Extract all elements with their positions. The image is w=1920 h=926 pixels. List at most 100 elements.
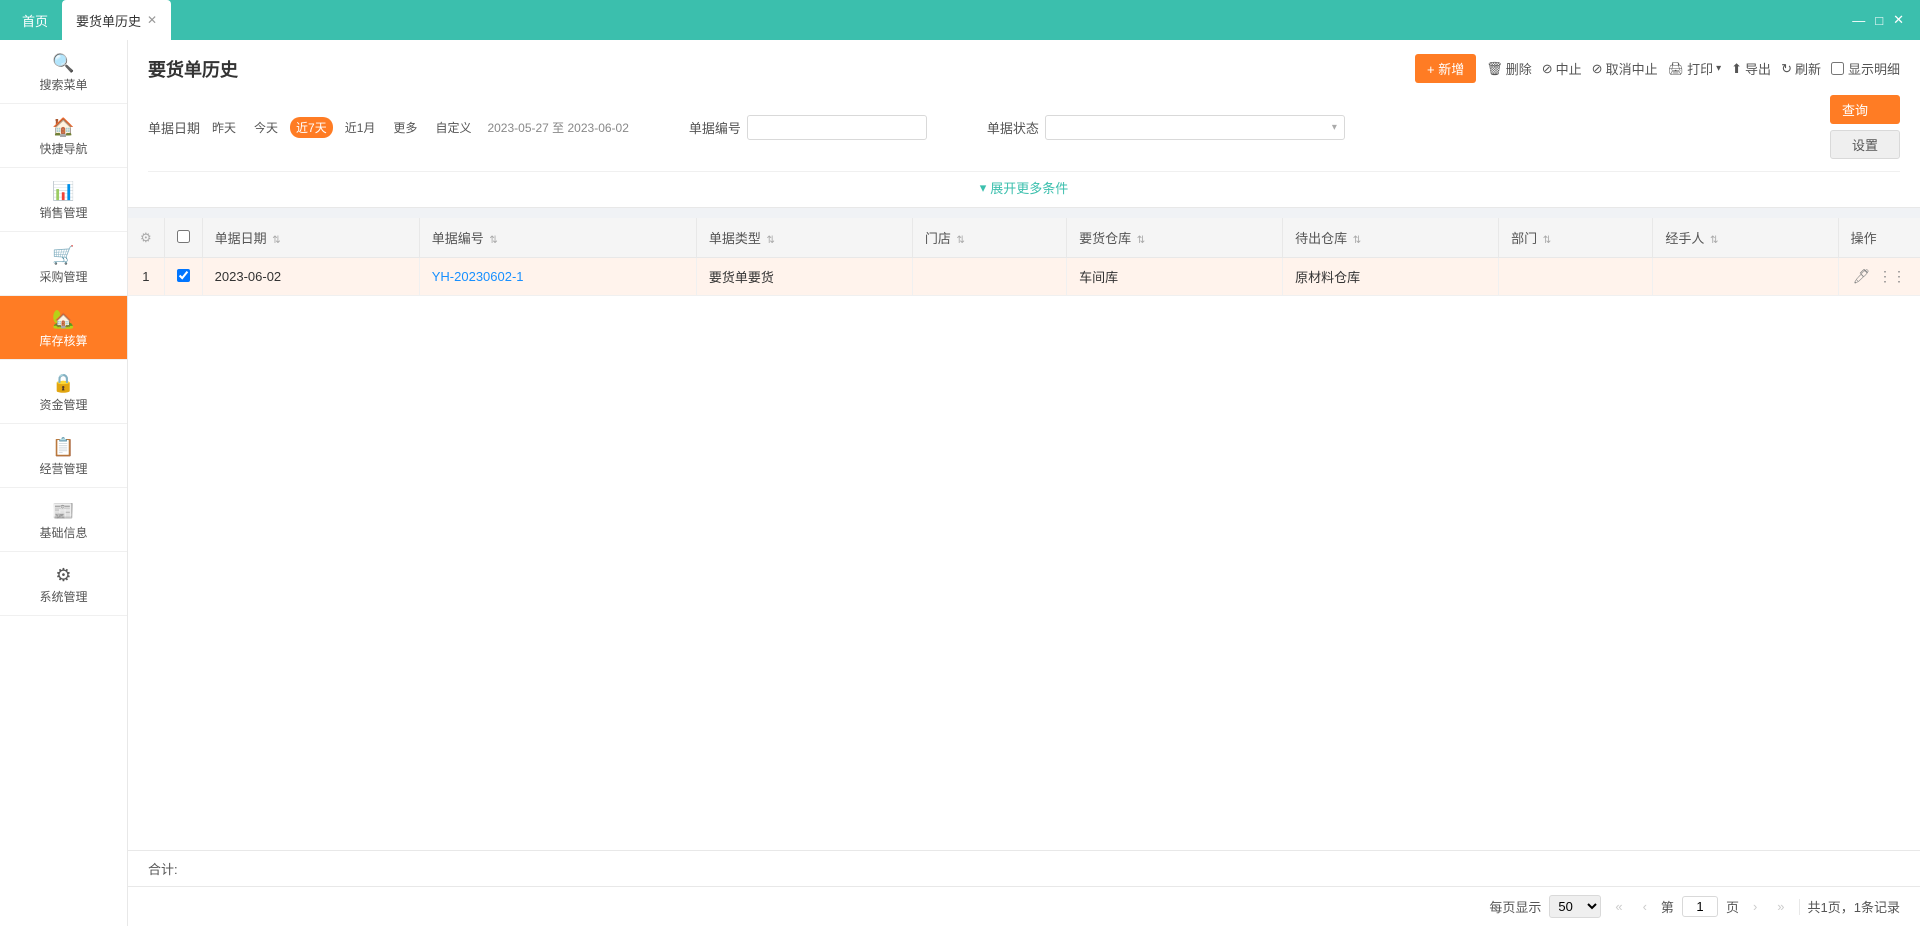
expand-more-icon: ▾	[980, 180, 987, 196]
print-button[interactable]: 🖨 打印 ▾	[1668, 59, 1722, 78]
table-footer: 合计:	[128, 850, 1920, 886]
last-page-btn[interactable]: »	[1771, 897, 1790, 916]
sidebar-item-basic-info[interactable]: 📰 基础信息	[0, 488, 127, 552]
row-pending-warehouse: 原材料仓库	[1283, 258, 1499, 296]
date-custom[interactable]: 自定义	[429, 117, 477, 138]
clipboard-icon: 📋	[52, 438, 74, 456]
status-select-wrap: ▾	[1045, 115, 1345, 140]
sidebar-item-search-menu[interactable]: 🔍 搜索菜单	[0, 40, 127, 104]
tab-requisition-history[interactable]: 要货单历史 ✕	[62, 0, 171, 40]
th-doc-type: 单据类型 ⇅	[696, 218, 912, 258]
sort-store-icon[interactable]: ⇅	[956, 235, 964, 246]
row-req-warehouse: 车间库	[1067, 258, 1283, 296]
window-minimize[interactable]: —	[1852, 13, 1865, 28]
th-settings: ⚙	[128, 218, 164, 258]
stop-icon: ⊘	[1542, 61, 1553, 77]
th-store: 门店 ⇅	[912, 218, 1066, 258]
content-area: 要货单历史 + 新增 🗑 删除 ⊘ 中止 ⊘ 取消中止	[128, 40, 1920, 926]
row-select-checkbox[interactable]	[177, 269, 190, 282]
filter-row-1: 单据日期 昨天 今天 近7天 近1月 更多 自定义 2023-05-27 至 2…	[148, 95, 1900, 159]
window-close[interactable]: ✕	[1893, 12, 1904, 28]
sidebar-item-ops-mgmt[interactable]: 📋 经营管理	[0, 424, 127, 488]
more-ops-icon[interactable]: ⋮⋮	[1878, 268, 1906, 284]
refresh-button[interactable]: ↻ 刷新	[1781, 59, 1821, 78]
date-label: 单据日期	[148, 118, 200, 137]
query-button[interactable]: 查询	[1830, 95, 1900, 124]
action-buttons: 查询 设置	[1830, 95, 1900, 159]
export-button[interactable]: ⬆ 导出	[1731, 59, 1771, 78]
settings-button[interactable]: 设置	[1830, 130, 1900, 159]
sidebar-item-purchase-mgmt[interactable]: 🛒 采购管理	[0, 232, 127, 296]
sort-pending-warehouse-icon[interactable]: ⇅	[1353, 235, 1361, 246]
display-detail-checkbox[interactable]: 显示明细	[1831, 59, 1900, 78]
stop-button[interactable]: ⊘ 中止	[1542, 59, 1582, 78]
sidebar-item-finance-mgmt[interactable]: 🔒 资金管理	[0, 360, 127, 424]
cancel-stop-button[interactable]: ⊘ 取消中止	[1592, 59, 1658, 78]
row-num: 1	[128, 258, 164, 296]
top-bar: 首页 要货单历史 ✕ — □ ✕	[0, 0, 1920, 40]
sidebar-item-sys-mgmt[interactable]: ⚙ 系统管理	[0, 552, 127, 616]
table-container: ⚙ 单据日期 ⇅ 单据编号 ⇅	[128, 218, 1920, 850]
next-page-btn[interactable]: ›	[1747, 897, 1763, 916]
column-settings-icon[interactable]: ⚙	[140, 230, 152, 245]
row-doc-no: YH-20230602-1	[419, 258, 696, 296]
doc-no-label: 单据编号	[689, 118, 741, 137]
th-handler: 经手人 ⇅	[1653, 218, 1838, 258]
sort-doc-date-icon[interactable]: ⇅	[272, 235, 280, 246]
summary-label: 合计:	[148, 859, 178, 878]
tab-home[interactable]: 首页	[8, 0, 62, 40]
sidebar-item-inventory-calc[interactable]: 🏡 库存核算	[0, 296, 127, 360]
prev-page-btn[interactable]: ‹	[1637, 897, 1653, 916]
doc-no-link[interactable]: YH-20230602-1	[432, 269, 524, 284]
row-checkbox	[164, 258, 202, 296]
date-recent7[interactable]: 近7天	[290, 117, 333, 138]
edit-icon[interactable]: 🖊	[1853, 268, 1871, 284]
row-handler	[1653, 258, 1838, 296]
sort-doc-no-icon[interactable]: ⇅	[489, 235, 497, 246]
doc-no-input[interactable]	[747, 115, 927, 140]
first-page-btn[interactable]: «	[1609, 897, 1628, 916]
th-doc-no: 单据编号 ⇅	[419, 218, 696, 258]
sort-department-icon[interactable]: ⇅	[1543, 235, 1551, 246]
select-all-checkbox[interactable]	[177, 230, 190, 243]
th-operations: 操作	[1838, 218, 1920, 258]
expand-more-btn[interactable]: ▾ 展开更多条件	[148, 171, 1900, 207]
status-select[interactable]	[1045, 115, 1345, 140]
row-operations: 🖊 ⋮⋮	[1838, 258, 1920, 296]
sort-doc-type-icon[interactable]: ⇅	[767, 235, 775, 246]
table-body: 1 2023-06-02 YH-20230602-1 要货单要货 车间库 原材料…	[128, 258, 1920, 296]
display-detail-check-input[interactable]	[1831, 62, 1844, 75]
window-maximize[interactable]: □	[1875, 13, 1883, 28]
cart-icon: 🛒	[52, 246, 74, 264]
date-recent1m[interactable]: 近1月	[339, 117, 382, 138]
row-doc-type: 要货单要货	[696, 258, 912, 296]
chart-icon: 📊	[52, 182, 74, 200]
gear-icon: ⚙	[55, 566, 71, 584]
sidebar-item-sales-mgmt[interactable]: 📊 销售管理	[0, 168, 127, 232]
status-label: 单据状态	[987, 118, 1039, 137]
page-summary: 共1页，1条记录	[1808, 897, 1900, 916]
date-more[interactable]: 更多	[387, 117, 423, 138]
main-layout: 🔍 搜索菜单 🏠 快捷导航 📊 销售管理 🛒 采购管理 🏡 库存核算 🔒 资金管…	[0, 40, 1920, 926]
row-department	[1499, 258, 1653, 296]
date-range-display: 2023-05-27 至 2023-06-02	[487, 119, 628, 136]
page-size-select[interactable]: 10 20 50 100	[1549, 895, 1601, 918]
date-today[interactable]: 今天	[248, 117, 284, 138]
tab-close-icon[interactable]: ✕	[147, 13, 157, 27]
th-req-warehouse: 要货仓库 ⇅	[1067, 218, 1283, 258]
date-yesterday[interactable]: 昨天	[206, 117, 242, 138]
refresh-icon: ↻	[1781, 61, 1792, 77]
cancel-stop-icon: ⊘	[1592, 61, 1603, 77]
lock-icon: 🔒	[52, 374, 74, 392]
export-icon: ⬆	[1731, 61, 1742, 77]
doc-no-filter-group: 单据编号	[689, 115, 927, 140]
page-number-input[interactable]	[1682, 896, 1718, 917]
sort-handler-icon[interactable]: ⇅	[1710, 235, 1718, 246]
page-label: 第	[1661, 897, 1674, 916]
page-header: 要货单历史 + 新增 🗑 删除 ⊘ 中止 ⊘ 取消中止	[128, 40, 1920, 208]
delete-button[interactable]: 🗑 删除	[1486, 59, 1532, 78]
status-filter-group: 单据状态 ▾	[987, 115, 1810, 140]
sidebar-item-quick-nav[interactable]: 🏠 快捷导航	[0, 104, 127, 168]
sort-req-warehouse-icon[interactable]: ⇅	[1137, 235, 1145, 246]
new-button[interactable]: + 新增	[1415, 54, 1476, 83]
